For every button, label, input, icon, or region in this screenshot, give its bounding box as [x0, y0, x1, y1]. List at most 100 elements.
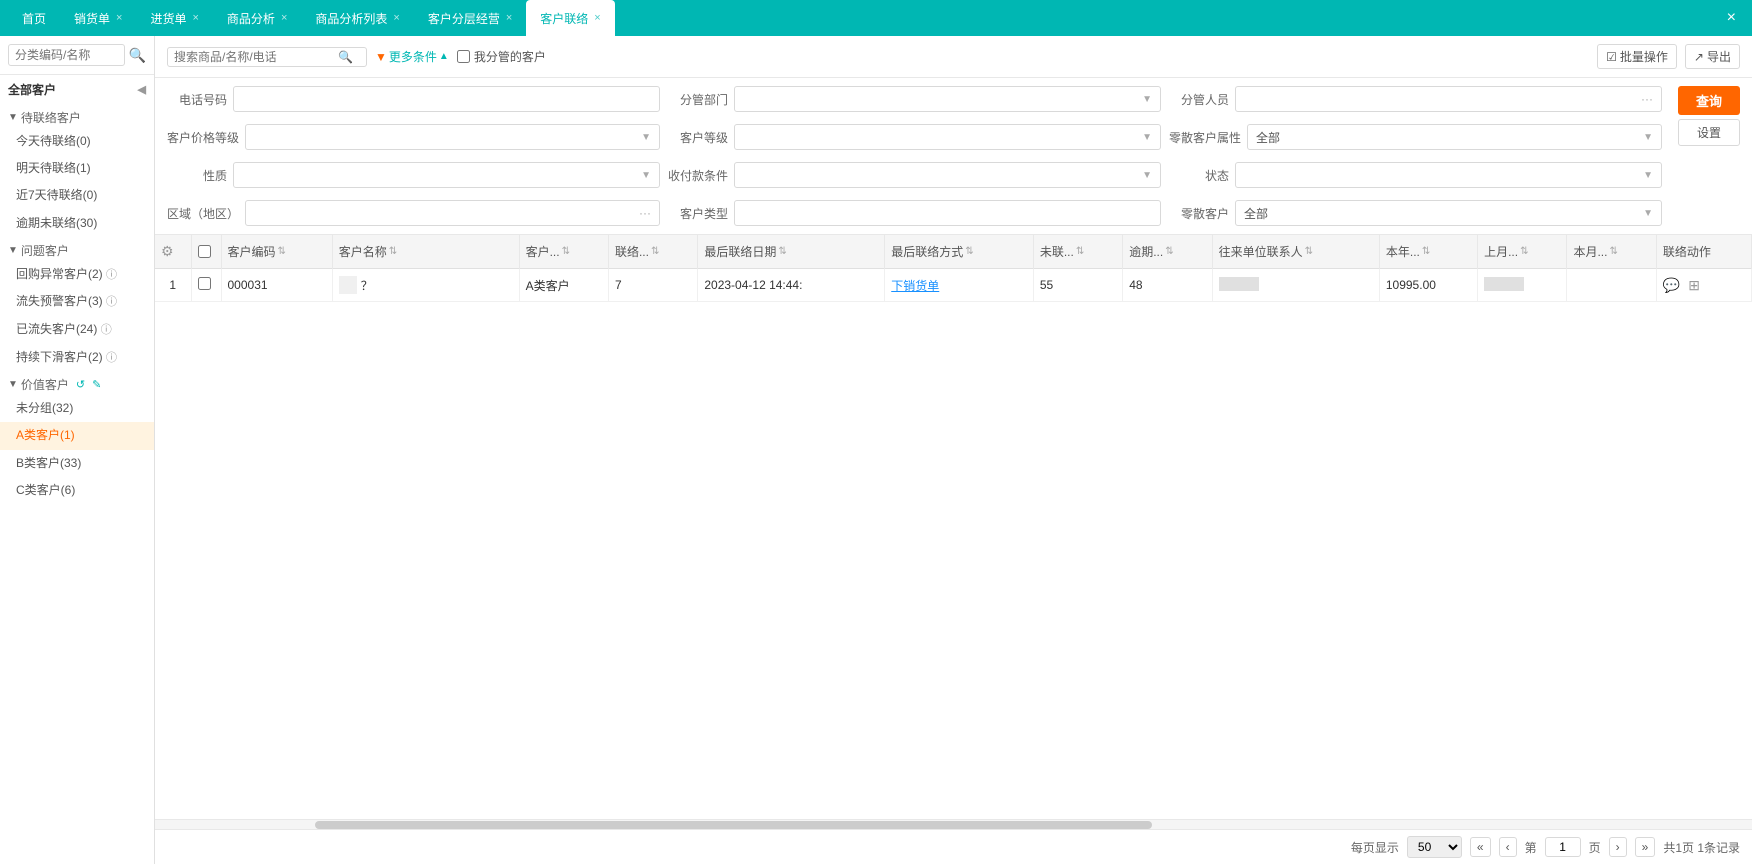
sidebar: 🔍 全部客户 ◀ ▼ 待联络客户 今天待联络(0) 明天待联络(1) 近7天待联… — [0, 36, 155, 864]
sidebar-item-tomorrow[interactable]: 明天待联络(1) — [0, 155, 154, 182]
chat-action-icon[interactable]: 💬 — [1663, 277, 1680, 294]
sidebar-item-overdue[interactable]: 逾期未联络(30) — [0, 210, 154, 237]
filter-status: 状态 ▼ — [1169, 162, 1662, 188]
nav-customer-ops[interactable]: 客户分层经营 × — [414, 0, 526, 36]
filter-scattered-attr-select[interactable]: 全部▼ — [1247, 124, 1662, 150]
th-gear: ⚙ — [155, 235, 191, 269]
per-page-label: 每页显示 — [1351, 839, 1399, 856]
right-content: 🔍 ▼ 更多条件 ▲ 我分管的客户 ☑ 批量操作 ↗ 导出 — [155, 36, 1752, 864]
nav-analysis-list-close[interactable]: × — [393, 12, 399, 24]
sidebar-item-today[interactable]: 今天待联络(0) — [0, 128, 154, 155]
th-overdue[interactable]: 逾期... ⇅ — [1123, 235, 1212, 269]
scrollbar-thumb[interactable] — [315, 821, 1152, 829]
per-page-select[interactable]: 50 100 200 — [1407, 836, 1462, 858]
value-arrow: ▼ — [8, 379, 18, 390]
sidebar-group-value[interactable]: ▼ 价值客户 ↺ ✎ — [0, 371, 154, 395]
sidebar-all-customers[interactable]: 全部客户 ◀ — [0, 75, 154, 104]
table-settings-icon[interactable]: ⚙ — [161, 243, 174, 260]
th-last-method[interactable]: 最后联络方式 ⇅ — [885, 235, 1034, 269]
page-input[interactable] — [1545, 837, 1581, 857]
sidebar-item-7days[interactable]: 近7天待联络(0) — [0, 182, 154, 209]
last-method-link[interactable]: 下销货单 — [891, 279, 939, 293]
filter-status-select[interactable]: ▼ — [1235, 162, 1662, 188]
filter-region-input[interactable]: ··· — [245, 200, 660, 226]
th-type[interactable]: 客户... ⇅ — [519, 235, 608, 269]
filter-person-input[interactable]: ··· — [1235, 86, 1662, 112]
filter-customer-type-input[interactable] — [734, 200, 1161, 226]
filter-scattered-select[interactable]: 全部▼ — [1235, 200, 1662, 226]
query-btn[interactable]: 查询 — [1678, 86, 1740, 115]
sidebar-item-repurchase[interactable]: 回购异常客户(2) ⓘ — [0, 261, 154, 289]
grid-action-icon[interactable]: ⊞ — [1688, 277, 1700, 294]
sidebar-item-a-class[interactable]: A类客户(1) — [0, 422, 154, 449]
filter-price-level-select[interactable]: ▼ — [245, 124, 660, 150]
nav-analysis-list[interactable]: 商品分析列表 × — [301, 0, 413, 36]
my-customers-checkbox[interactable] — [457, 50, 470, 63]
td-name: ？ — [332, 269, 519, 302]
th-code[interactable]: 客户编码 ⇅ — [221, 235, 332, 269]
settings-btn[interactable]: 设置 — [1678, 119, 1740, 146]
value-edit-icon[interactable]: ✎ — [92, 378, 101, 391]
sidebar-item-declining[interactable]: 持续下滑客户(2) ⓘ — [0, 344, 154, 372]
nav-purchase[interactable]: 进货单 × — [136, 0, 212, 36]
filter-search-input[interactable] — [174, 50, 334, 64]
prev-page-btn[interactable]: ‹ — [1499, 837, 1517, 857]
filter-search-icon[interactable]: 🔍 — [338, 50, 353, 64]
nav-sales-close[interactable]: × — [116, 12, 122, 24]
sidebar-collapse-icon: ◀ — [138, 83, 146, 96]
filter-dept-select[interactable]: ▼ — [734, 86, 1161, 112]
scrollbar-area — [155, 819, 1752, 829]
filter-nature-select[interactable]: ▼ — [233, 162, 660, 188]
value-refresh-icon[interactable]: ↺ — [76, 378, 85, 391]
first-page-btn[interactable]: « — [1470, 837, 1491, 857]
batch-icon: ☑ — [1606, 50, 1617, 64]
td-type: A类客户 — [519, 269, 608, 302]
last-page-btn[interactable]: » — [1635, 837, 1656, 857]
batch-op-btn[interactable]: ☑ 批量操作 — [1597, 44, 1677, 69]
th-uncontacted[interactable]: 未联... ⇅ — [1033, 235, 1122, 269]
filter-payment-select[interactable]: ▼ — [734, 162, 1161, 188]
my-customers-wrap: 我分管的客户 — [457, 48, 546, 65]
th-this-year[interactable]: 本年... ⇅ — [1379, 235, 1477, 269]
td-checkbox — [191, 269, 221, 302]
sidebar-item-churned[interactable]: 已流失客户(24) ⓘ — [0, 316, 154, 344]
more-filter-btn[interactable]: ▼ 更多条件 ▲ — [375, 48, 449, 65]
th-name[interactable]: 客户名称 ⇅ — [332, 235, 519, 269]
filter-customer-level-select[interactable]: ▼ — [734, 124, 1161, 150]
sidebar-item-b-class[interactable]: B类客户(33) — [0, 450, 154, 477]
export-btn[interactable]: ↗ 导出 — [1685, 44, 1740, 69]
sidebar-search-input[interactable] — [8, 44, 125, 66]
nav-analysis[interactable]: 商品分析 × — [213, 0, 301, 36]
nav-customer-ops-close[interactable]: × — [506, 12, 512, 24]
th-last-date[interactable]: 最后联络日期 ⇅ — [698, 235, 885, 269]
sidebar-group-pending[interactable]: ▼ 待联络客户 — [0, 104, 154, 128]
total-label: 共1页 1条记录 — [1663, 839, 1740, 856]
next-page-btn[interactable]: › — [1609, 837, 1627, 857]
th-contact[interactable]: 联络... ⇅ — [608, 235, 697, 269]
table-row: 1 000031 ？ A类客户 7 2023-04-12 14:44: 下销 — [155, 269, 1752, 302]
nav-customer-contact[interactable]: 客户联络 × — [526, 0, 614, 36]
th-this-month[interactable]: 本月... ⇅ — [1567, 235, 1656, 269]
td-contact: 7 — [608, 269, 697, 302]
th-contact-person[interactable]: 往来单位联系人 ⇅ — [1212, 235, 1379, 269]
sidebar-item-unclassified[interactable]: 未分组(32) — [0, 395, 154, 422]
sidebar-search-icon[interactable]: 🔍 — [129, 47, 146, 64]
td-uncontacted: 55 — [1033, 269, 1122, 302]
th-last-month[interactable]: 上月... ⇅ — [1478, 235, 1567, 269]
filter-phone-input[interactable] — [233, 86, 660, 112]
nav-sales[interactable]: 销货单 × — [60, 0, 136, 36]
customer-table: ⚙ 客户编码 ⇅ 客户名称 ⇅ 客户... ⇅ — [155, 235, 1752, 302]
nav-analysis-close[interactable]: × — [281, 12, 287, 24]
nav-home[interactable]: 首页 — [8, 0, 60, 36]
filter-customer-type: 客户类型 — [668, 200, 1161, 226]
row-checkbox[interactable] — [198, 277, 211, 290]
th-actions: 联络动作 — [1656, 235, 1751, 269]
nav-customer-contact-close[interactable]: × — [594, 12, 600, 24]
select-all-checkbox[interactable] — [198, 245, 211, 258]
nav-purchase-close[interactable]: × — [192, 12, 198, 24]
nav-close-all[interactable]: × — [1719, 5, 1744, 31]
sidebar-item-c-class[interactable]: C类客户(6) — [0, 477, 154, 504]
filter-payment: 收付款条件 ▼ — [668, 162, 1161, 188]
sidebar-item-churn-warn[interactable]: 流失预警客户(3) ⓘ — [0, 288, 154, 316]
sidebar-group-problem[interactable]: ▼ 问题客户 — [0, 237, 154, 261]
